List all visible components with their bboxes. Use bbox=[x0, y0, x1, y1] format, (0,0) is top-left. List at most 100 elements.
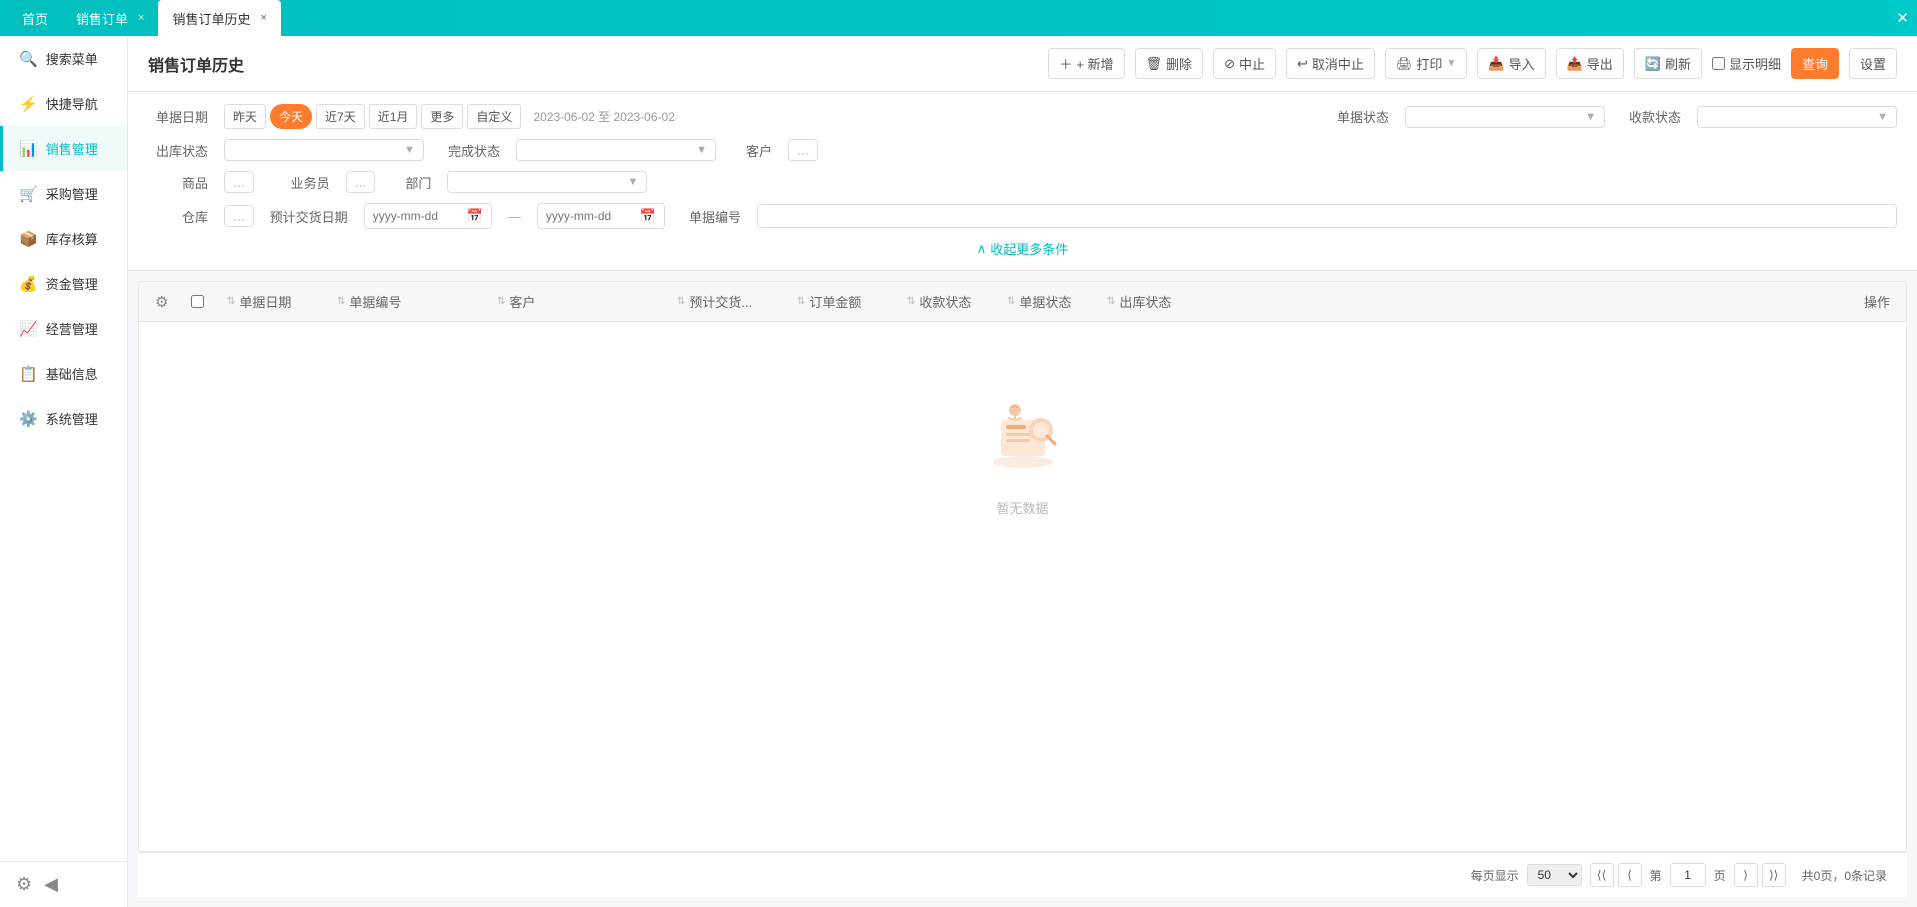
print-button[interactable]: 🖨 打印 ▼ bbox=[1385, 48, 1467, 79]
sidebar-item-purchase-mgmt[interactable]: 🛒 采购管理 bbox=[0, 171, 127, 216]
customer-picker[interactable]: ... bbox=[788, 139, 818, 161]
new-icon: ＋ bbox=[1059, 54, 1072, 73]
receipt-status-select[interactable]: ▼ bbox=[1697, 106, 1897, 128]
out-status-select[interactable]: ▼ bbox=[224, 139, 424, 161]
tab-sales-order-history[interactable]: 销售订单历史 × bbox=[158, 0, 280, 36]
print-dropdown-icon: ▼ bbox=[1446, 58, 1456, 69]
goods-picker[interactable]: ... bbox=[224, 171, 254, 193]
sidebar-collapse-icon[interactable]: ◀ bbox=[44, 874, 58, 895]
warehouse-picker[interactable]: ... bbox=[224, 205, 254, 227]
date-btn-1month[interactable]: 近1月 bbox=[369, 104, 418, 129]
delivery-start-cal-icon[interactable]: 📅 bbox=[467, 208, 483, 224]
sidebar-item-finance[interactable]: 💰 资金管理 bbox=[0, 261, 127, 306]
bill-no-input[interactable] bbox=[757, 204, 1897, 228]
date-btn-custom[interactable]: 自定义 bbox=[467, 104, 521, 129]
sidebar-item-search-menu[interactable]: 🔍 搜索菜单 bbox=[0, 36, 127, 81]
date-range-text: 2023-06-02 至 2023-06-02 bbox=[533, 108, 674, 125]
th-sort-outbound-icon[interactable]: ⇅ bbox=[1107, 296, 1115, 307]
cancel-stop-button[interactable]: ↩ 取消中止 bbox=[1286, 48, 1375, 79]
filter-row-4: 仓库 ... 预计交货日期 📅 — 📅 单据编号 bbox=[148, 203, 1897, 229]
total-info: 共0页，0条记录 bbox=[1802, 867, 1887, 884]
print-icon: 🖨 bbox=[1396, 56, 1413, 72]
delivery-end-input[interactable] bbox=[546, 209, 636, 223]
sidebar-label-operations: 经营管理 bbox=[46, 319, 98, 338]
page-next-button[interactable]: ⟩ bbox=[1734, 863, 1758, 887]
page-label: 第 bbox=[1650, 867, 1662, 884]
tab-sales-order-close[interactable]: × bbox=[138, 12, 144, 24]
import-icon: 📥 bbox=[1488, 56, 1504, 72]
complete-status-select[interactable]: ▼ bbox=[516, 139, 716, 161]
select-all-checkbox[interactable] bbox=[191, 295, 204, 308]
th-checkbox-cell bbox=[183, 295, 219, 308]
salesman-picker[interactable]: ... bbox=[346, 171, 376, 193]
th-sort-amount-icon[interactable]: ⇅ bbox=[797, 296, 805, 307]
th-sort-receipt-icon[interactable]: ⇅ bbox=[907, 296, 915, 307]
th-no: ⇅ 单据编号 bbox=[329, 292, 489, 311]
basic-info-icon: 📋 bbox=[19, 365, 38, 383]
delivery-date-end[interactable]: 📅 bbox=[537, 203, 665, 229]
complete-status-label: 完成状态 bbox=[440, 141, 500, 160]
page-title: 销售订单历史 bbox=[148, 52, 244, 76]
sidebar-item-basic-info[interactable]: 📋 基础信息 bbox=[0, 351, 127, 396]
sidebar-item-operations[interactable]: 📈 经营管理 bbox=[0, 306, 127, 351]
delete-icon: 🗑 bbox=[1146, 56, 1163, 72]
quick-nav-icon: ⚡ bbox=[19, 95, 38, 113]
delivery-date-start[interactable]: 📅 bbox=[364, 203, 492, 229]
export-button[interactable]: 📤 导出 bbox=[1556, 48, 1624, 79]
tab-sales-order-history-label: 销售订单历史 bbox=[172, 9, 250, 28]
tab-home-label: 首页 bbox=[22, 9, 48, 28]
date-btn-today[interactable]: 今天 bbox=[270, 104, 312, 129]
tab-home[interactable]: 首页 bbox=[8, 0, 62, 36]
out-status-chevron: ▼ bbox=[404, 144, 415, 156]
import-button[interactable]: 📥 导入 bbox=[1477, 48, 1545, 79]
th-sort-no-icon[interactable]: ⇅ bbox=[337, 296, 345, 307]
export-icon: 📤 bbox=[1567, 56, 1583, 72]
tab-sales-order[interactable]: 销售订单 × bbox=[62, 0, 158, 36]
delivery-end-cal-icon[interactable]: 📅 bbox=[640, 208, 656, 224]
th-delivery: ⇅ 预计交货... bbox=[669, 292, 789, 311]
filter-area: 单据日期 昨天 今天 近7天 近1月 更多 自定义 2023-06-02 至 2… bbox=[128, 92, 1917, 271]
settings-button[interactable]: 设置 bbox=[1849, 48, 1897, 79]
sidebar-item-system-mgmt[interactable]: ⚙️ 系统管理 bbox=[0, 396, 127, 441]
topbar-close-icon[interactable]: ✕ bbox=[1896, 9, 1909, 27]
receipt-status-label: 收款状态 bbox=[1621, 107, 1681, 126]
collapse-btn[interactable]: ∧ 收起更多条件 bbox=[977, 239, 1069, 258]
dept-select[interactable]: ▼ bbox=[447, 171, 647, 193]
page-size-select[interactable]: 50 10 20 100 bbox=[1527, 864, 1582, 886]
date-btn-7days[interactable]: 近7天 bbox=[316, 104, 365, 129]
date-btn-yesterday[interactable]: 昨天 bbox=[224, 104, 266, 129]
page-last-button[interactable]: ⟩⟩ bbox=[1762, 863, 1786, 887]
display-detail-checkbox[interactable]: 显示明细 bbox=[1712, 54, 1781, 73]
table-settings-icon[interactable]: ⚙ bbox=[155, 293, 168, 311]
page-first-button[interactable]: ⟨⟨ bbox=[1590, 863, 1614, 887]
new-button[interactable]: ＋ + 新增 bbox=[1048, 48, 1124, 79]
refresh-button[interactable]: 🔄 刷新 bbox=[1634, 48, 1702, 79]
sidebar-label-basic-info: 基础信息 bbox=[46, 364, 98, 383]
sidebar-label-system-mgmt: 系统管理 bbox=[46, 409, 98, 428]
page-number-input[interactable] bbox=[1670, 863, 1706, 887]
page-prev-button[interactable]: ⟨ bbox=[1618, 863, 1642, 887]
th-sort-date-icon[interactable]: ⇅ bbox=[227, 296, 235, 307]
query-button[interactable]: 查询 bbox=[1791, 48, 1839, 79]
empty-illustration bbox=[973, 382, 1073, 482]
tab-sales-order-label: 销售订单 bbox=[76, 9, 128, 28]
sidebar-item-sales-mgmt[interactable]: 📊 销售管理 bbox=[0, 126, 127, 171]
finance-icon: 💰 bbox=[19, 275, 38, 293]
th-sort-customer-icon[interactable]: ⇅ bbox=[497, 296, 505, 307]
sidebar-item-inventory[interactable]: 📦 库存核算 bbox=[0, 216, 127, 261]
delivery-start-input[interactable] bbox=[373, 209, 463, 223]
salesman-label: 业务员 bbox=[270, 173, 330, 192]
th-status: ⇅ 单据状态 bbox=[999, 292, 1099, 311]
bill-status-select[interactable]: ▼ bbox=[1405, 106, 1605, 128]
filter-row-3: 商品 ... 业务员 ... 部门 ▼ bbox=[148, 171, 1897, 193]
date-btn-more[interactable]: 更多 bbox=[421, 104, 463, 129]
sidebar-settings-icon[interactable]: ⚙ bbox=[16, 874, 32, 895]
sidebar-item-quick-nav[interactable]: ⚡ 快捷导航 bbox=[0, 81, 127, 126]
toolbar: ＋ + 新增 🗑 删除 ⊘ 中止 ↩ 取消中止 bbox=[1048, 48, 1897, 79]
delete-button[interactable]: 🗑 删除 bbox=[1135, 48, 1204, 79]
sidebar-label-search-menu: 搜索菜单 bbox=[46, 49, 98, 68]
stop-button[interactable]: ⊘ 中止 bbox=[1213, 48, 1276, 79]
th-sort-delivery-icon[interactable]: ⇅ bbox=[677, 296, 685, 307]
th-sort-status-icon[interactable]: ⇅ bbox=[1007, 296, 1015, 307]
tab-sales-order-history-close[interactable]: × bbox=[260, 12, 266, 24]
